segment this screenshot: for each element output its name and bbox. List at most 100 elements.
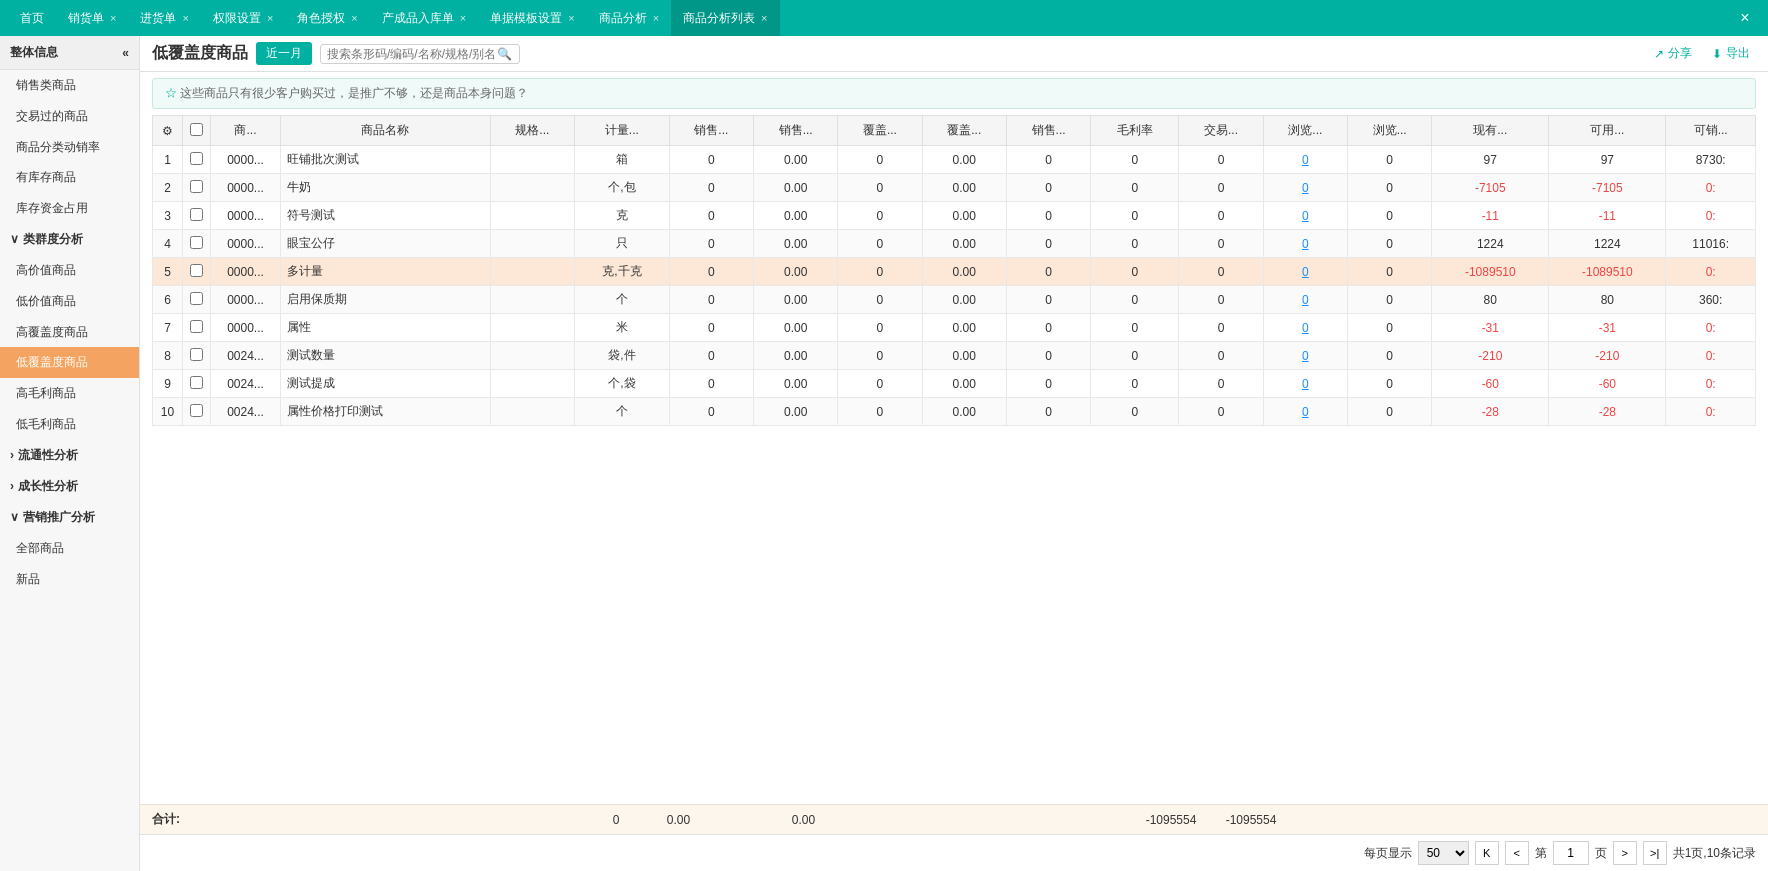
sidebar-item-stock-funds[interactable]: 库存资金占用 bbox=[0, 193, 139, 224]
th-check[interactable] bbox=[183, 116, 211, 146]
close-analysis-icon[interactable]: × bbox=[653, 12, 659, 24]
cell-b1[interactable]: 0 bbox=[1263, 314, 1347, 342]
sidebar-section-liquidity[interactable]: › 流通性分析 bbox=[0, 440, 139, 471]
sidebar-item-high-profit[interactable]: 高毛利商品 bbox=[0, 378, 139, 409]
cell-salable: 0: bbox=[1666, 202, 1756, 230]
cell-check[interactable] bbox=[183, 258, 211, 286]
cell-current: -28 bbox=[1432, 398, 1549, 426]
chevron-right-icon: › bbox=[10, 448, 14, 462]
cell-s1: 0 bbox=[669, 174, 753, 202]
cell-profit: 0 bbox=[1091, 230, 1179, 258]
export-button[interactable]: ⬇ 导出 bbox=[1706, 43, 1756, 64]
search-box: 🔍 bbox=[320, 44, 520, 64]
nav-item-analysis[interactable]: 商品分析 × bbox=[587, 0, 671, 36]
sidebar-item-high-coverage[interactable]: 高覆盖度商品 bbox=[0, 317, 139, 348]
cell-b1[interactable]: 0 bbox=[1263, 398, 1347, 426]
chevron-down-icon2: ∨ bbox=[10, 510, 19, 524]
sidebar-item-traded-goods[interactable]: 交易过的商品 bbox=[0, 101, 139, 132]
row-checkbox[interactable] bbox=[190, 152, 203, 165]
sidebar-section-growth[interactable]: › 成长性分析 bbox=[0, 471, 139, 502]
nav-item-roles[interactable]: 角色授权 × bbox=[285, 0, 369, 36]
prev-page-button[interactable]: < bbox=[1505, 841, 1529, 865]
cell-s2: 0.00 bbox=[754, 230, 838, 258]
cell-check[interactable] bbox=[183, 314, 211, 342]
row-checkbox[interactable] bbox=[190, 292, 203, 305]
cell-b1[interactable]: 0 bbox=[1263, 230, 1347, 258]
close-permissions-icon[interactable]: × bbox=[267, 12, 273, 24]
close-analysis-list-icon[interactable]: × bbox=[761, 12, 767, 24]
cell-name: 属性 bbox=[281, 314, 491, 342]
cell-code: 0024... bbox=[211, 342, 281, 370]
row-checkbox[interactable] bbox=[190, 348, 203, 361]
sidebar-item-low-coverage[interactable]: 低覆盖度商品 bbox=[0, 347, 139, 378]
nav-item-home[interactable]: 首页 bbox=[8, 0, 56, 36]
sidebar-item-high-value[interactable]: 高价值商品 bbox=[0, 255, 139, 286]
sidebar-section-cluster[interactable]: ∨ 类群度分析 bbox=[0, 224, 139, 255]
row-checkbox[interactable] bbox=[190, 376, 203, 389]
close-stock-icon[interactable]: × bbox=[460, 12, 466, 24]
nav-item-template[interactable]: 单据模板设置 × bbox=[478, 0, 586, 36]
close-purchase-icon[interactable]: × bbox=[182, 12, 188, 24]
cell-check[interactable] bbox=[183, 286, 211, 314]
sidebar-item-low-profit[interactable]: 低毛利商品 bbox=[0, 409, 139, 440]
cell-c1: 0 bbox=[838, 202, 922, 230]
per-page-select[interactable]: 50 100 200 bbox=[1418, 841, 1469, 865]
nav-item-analysis-list[interactable]: 商品分析列表 × bbox=[671, 0, 779, 36]
cell-b1[interactable]: 0 bbox=[1263, 342, 1347, 370]
row-checkbox[interactable] bbox=[190, 180, 203, 193]
cell-b1[interactable]: 0 bbox=[1263, 258, 1347, 286]
row-checkbox[interactable] bbox=[190, 320, 203, 333]
first-page-button[interactable]: K bbox=[1475, 841, 1499, 865]
cell-b1[interactable]: 0 bbox=[1263, 370, 1347, 398]
cell-salable: 8730: bbox=[1666, 146, 1756, 174]
nav-item-permissions[interactable]: 权限设置 × bbox=[201, 0, 285, 36]
cell-c1: 0 bbox=[838, 146, 922, 174]
sidebar-section-marketing[interactable]: ∨ 营销推广分析 bbox=[0, 502, 139, 533]
nav-item-purchase[interactable]: 进货单 × bbox=[128, 0, 200, 36]
cell-check[interactable] bbox=[183, 202, 211, 230]
cell-check[interactable] bbox=[183, 370, 211, 398]
row-checkbox[interactable] bbox=[190, 264, 203, 277]
time-filter-button[interactable]: 近一月 bbox=[256, 42, 312, 65]
sidebar-item-all-goods[interactable]: 全部商品 bbox=[0, 533, 139, 564]
close-template-icon[interactable]: × bbox=[568, 12, 574, 24]
sidebar-item-low-value[interactable]: 低价值商品 bbox=[0, 286, 139, 317]
sidebar-item-category-rate[interactable]: 商品分类动销率 bbox=[0, 132, 139, 163]
page-number-input[interactable] bbox=[1553, 841, 1589, 865]
next-page-button[interactable]: > bbox=[1613, 841, 1637, 865]
nav-item-stock[interactable]: 产成品入库单 × bbox=[370, 0, 478, 36]
settings-icon[interactable]: ⚙ bbox=[162, 124, 173, 138]
sidebar-item-sales-goods[interactable]: 销售类商品 bbox=[0, 70, 139, 101]
row-checkbox[interactable] bbox=[190, 208, 203, 221]
sidebar-item-stock-goods[interactable]: 有库存商品 bbox=[0, 162, 139, 193]
cell-check[interactable] bbox=[183, 174, 211, 202]
cell-spec bbox=[490, 258, 574, 286]
cell-b1[interactable]: 0 bbox=[1263, 174, 1347, 202]
sidebar-collapse-icon[interactable]: « bbox=[122, 46, 129, 60]
cell-check[interactable] bbox=[183, 398, 211, 426]
row-checkbox[interactable] bbox=[190, 236, 203, 249]
last-page-button[interactable]: >| bbox=[1643, 841, 1667, 865]
th-settings[interactable]: ⚙ bbox=[153, 116, 183, 146]
close-roles-icon[interactable]: × bbox=[351, 12, 357, 24]
cell-check[interactable] bbox=[183, 146, 211, 174]
close-sales-icon[interactable]: × bbox=[110, 12, 116, 24]
cell-trade: 0 bbox=[1179, 146, 1263, 174]
cell-check[interactable] bbox=[183, 342, 211, 370]
nav-item-sales[interactable]: 销货单 × bbox=[56, 0, 128, 36]
cell-check[interactable] bbox=[183, 230, 211, 258]
sidebar-item-new-goods[interactable]: 新品 bbox=[0, 564, 139, 595]
cell-b1[interactable]: 0 bbox=[1263, 202, 1347, 230]
cell-c1: 0 bbox=[838, 398, 922, 426]
cell-b1[interactable]: 0 bbox=[1263, 146, 1347, 174]
cell-avail: 97 bbox=[1549, 146, 1666, 174]
cell-s2: 0.00 bbox=[754, 398, 838, 426]
select-all-checkbox[interactable] bbox=[190, 123, 203, 136]
share-button[interactable]: ↗ 分享 bbox=[1648, 43, 1698, 64]
window-close-button[interactable]: × bbox=[1730, 3, 1760, 33]
search-input[interactable] bbox=[327, 47, 497, 61]
cell-num: 5 bbox=[153, 258, 183, 286]
row-checkbox[interactable] bbox=[190, 404, 203, 417]
cell-b1[interactable]: 0 bbox=[1263, 286, 1347, 314]
search-icon[interactable]: 🔍 bbox=[497, 47, 512, 61]
